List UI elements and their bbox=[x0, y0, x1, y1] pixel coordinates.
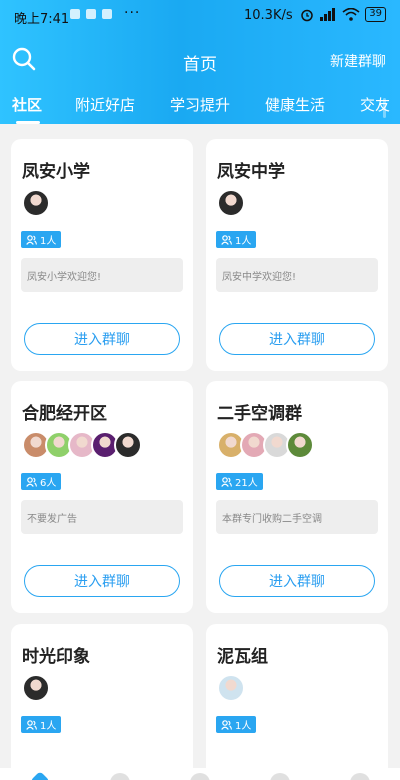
group-card[interactable]: 泥瓦组 1人 bbox=[206, 624, 388, 780]
member-avatars bbox=[217, 674, 245, 704]
users-icon bbox=[26, 719, 37, 730]
notification-icon bbox=[70, 9, 80, 19]
join-group-button[interactable]: 进入群聊 bbox=[24, 323, 180, 355]
tab-learning[interactable]: 学习提升 bbox=[170, 94, 230, 115]
notification-icons bbox=[70, 9, 112, 19]
notification-icon bbox=[102, 9, 112, 19]
users-icon bbox=[221, 476, 232, 487]
group-name: 二手空调群 bbox=[217, 404, 302, 424]
notification-icon bbox=[86, 9, 96, 19]
users-icon bbox=[221, 719, 232, 730]
member-count: 1人 bbox=[40, 721, 57, 732]
member-avatar bbox=[22, 674, 50, 702]
member-count-badge: 21人 bbox=[216, 473, 263, 490]
member-count-badge: 1人 bbox=[216, 231, 257, 248]
users-icon bbox=[26, 234, 37, 245]
search-icon[interactable] bbox=[11, 46, 37, 72]
new-group-button[interactable]: 新建群聊 bbox=[330, 51, 386, 71]
tab-scroll-indicator bbox=[383, 98, 386, 118]
member-avatar bbox=[217, 674, 245, 702]
nav-icon[interactable] bbox=[270, 773, 290, 780]
nav-icon[interactable] bbox=[110, 773, 130, 780]
join-group-button[interactable]: 进入群聊 bbox=[219, 565, 375, 597]
bottom-navigation bbox=[0, 768, 400, 780]
users-icon bbox=[221, 234, 232, 245]
member-count-badge: 6人 bbox=[21, 473, 62, 490]
member-count-badge: 1人 bbox=[21, 231, 62, 248]
status-bar: 晚上7:41 ··· 10.3K/s 39 bbox=[0, 0, 400, 32]
category-tabs: 社区 附近好店 学习提升 健康生活 交友 bbox=[0, 94, 400, 124]
member-count-badge: 1人 bbox=[216, 716, 257, 733]
group-card[interactable]: 合肥经开区 6人 不要发广告 进入群聊 bbox=[11, 381, 193, 613]
group-description: 凤安小学欢迎您! bbox=[21, 258, 183, 292]
nav-icon[interactable] bbox=[190, 773, 210, 780]
status-time: 晚上7:41 bbox=[14, 12, 70, 27]
active-tab-indicator bbox=[16, 121, 40, 124]
users-icon bbox=[26, 476, 37, 487]
nav-icon[interactable] bbox=[350, 773, 370, 780]
group-name: 泥瓦组 bbox=[217, 647, 268, 667]
member-avatar bbox=[114, 431, 142, 459]
group-description: 本群专门收购二手空调 bbox=[216, 500, 378, 534]
join-group-button[interactable]: 进入群聊 bbox=[219, 323, 375, 355]
tab-health[interactable]: 健康生活 bbox=[265, 94, 325, 115]
member-count: 1人 bbox=[40, 236, 57, 247]
tab-nearby-stores[interactable]: 附近好店 bbox=[75, 94, 135, 115]
group-card[interactable]: 时光印象 1人 bbox=[11, 624, 193, 780]
group-card[interactable]: 二手空调群 21人 本群专门收购二手空调 进入群聊 bbox=[206, 381, 388, 613]
group-card[interactable]: 凤安小学 1人 凤安小学欢迎您! 进入群聊 bbox=[11, 139, 193, 371]
nav-home-icon[interactable] bbox=[30, 771, 50, 780]
group-name: 凤安中学 bbox=[217, 162, 285, 182]
member-avatars bbox=[22, 674, 50, 704]
member-count: 21人 bbox=[235, 478, 258, 489]
member-avatars bbox=[22, 431, 142, 461]
member-count: 6人 bbox=[40, 478, 57, 489]
group-name: 时光印象 bbox=[22, 647, 90, 667]
group-description: 凤安中学欢迎您! bbox=[216, 258, 378, 292]
member-avatars bbox=[217, 189, 245, 219]
wifi-icon bbox=[342, 8, 360, 21]
battery-icon: 39 bbox=[365, 7, 386, 22]
network-speed: 10.3K/s bbox=[244, 8, 293, 23]
member-avatar bbox=[217, 189, 245, 217]
group-description: 不要发广告 bbox=[21, 500, 183, 534]
join-group-button[interactable]: 进入群聊 bbox=[24, 565, 180, 597]
group-name: 凤安小学 bbox=[22, 162, 90, 182]
member-count: 1人 bbox=[235, 236, 252, 247]
group-name: 合肥经开区 bbox=[22, 404, 107, 424]
signal-icon bbox=[320, 8, 336, 21]
more-notifications-indicator: ··· bbox=[124, 5, 141, 21]
member-avatar bbox=[286, 431, 314, 459]
tab-community[interactable]: 社区 bbox=[12, 94, 42, 115]
group-card[interactable]: 凤安中学 1人 凤安中学欢迎您! 进入群聊 bbox=[206, 139, 388, 371]
member-avatars bbox=[22, 189, 50, 219]
member-count: 1人 bbox=[235, 721, 252, 732]
member-count-badge: 1人 bbox=[21, 716, 62, 733]
member-avatar bbox=[22, 189, 50, 217]
member-avatars bbox=[217, 431, 314, 461]
alarm-icon bbox=[301, 9, 314, 21]
